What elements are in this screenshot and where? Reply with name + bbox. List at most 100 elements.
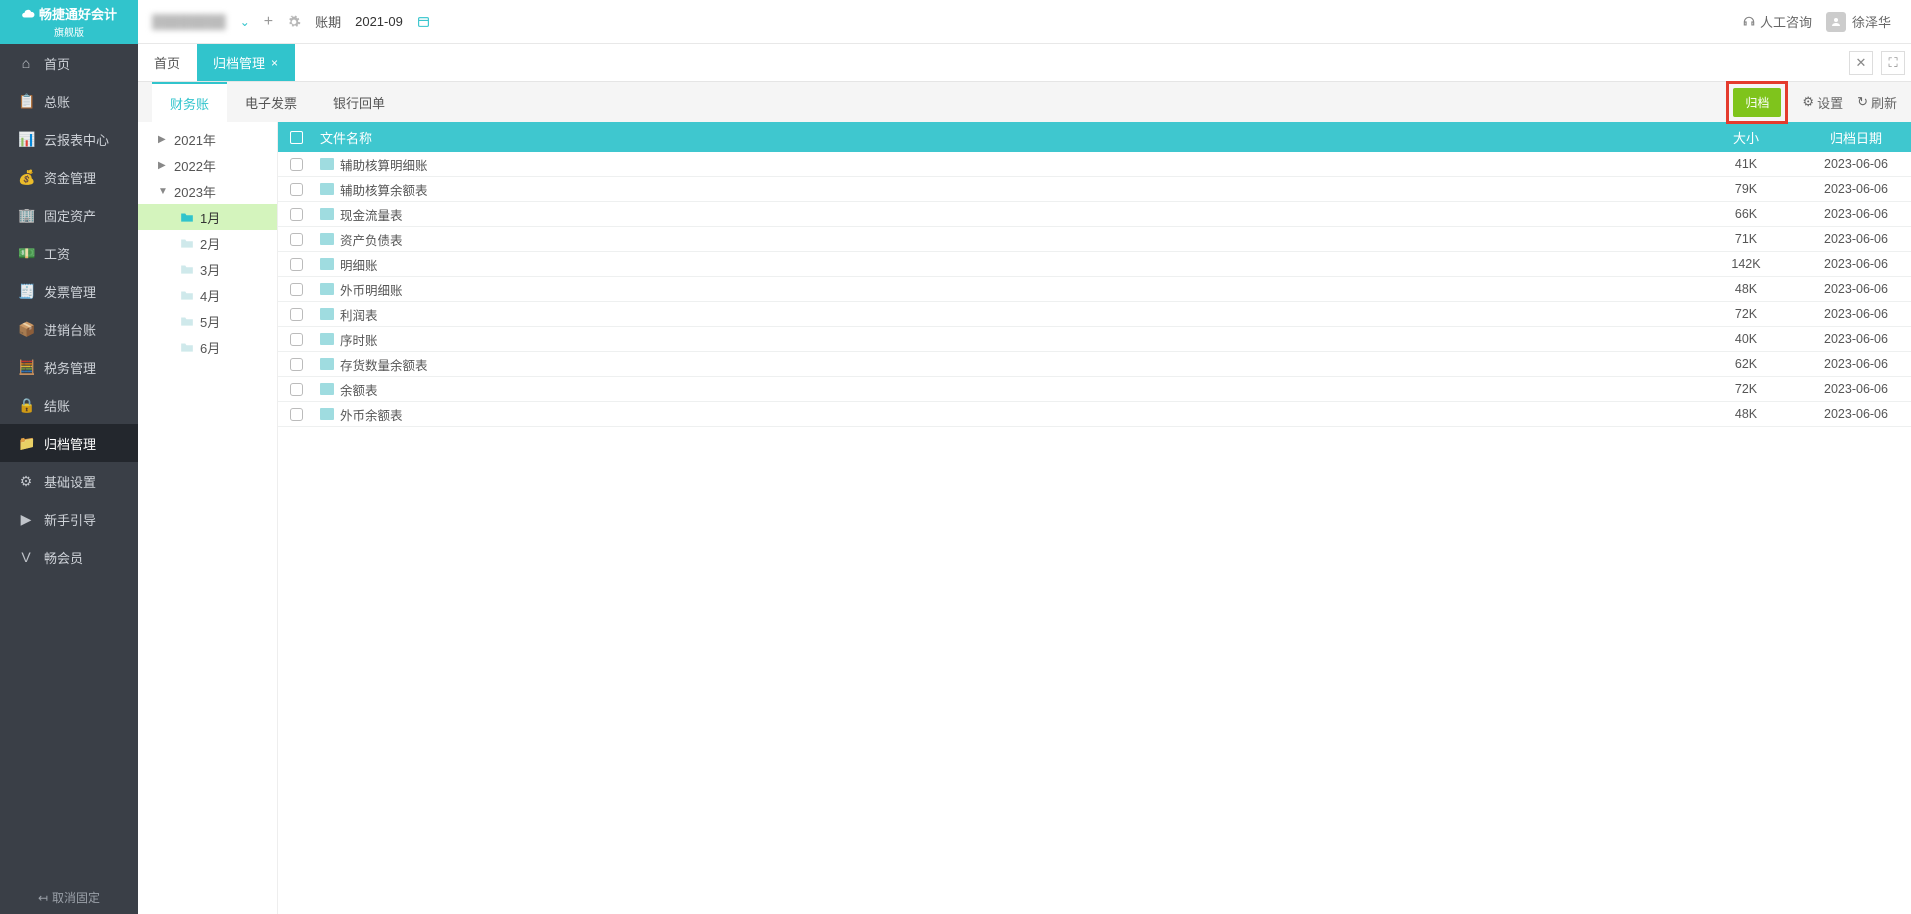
subtab-1[interactable]: 电子发票 xyxy=(227,82,315,122)
period-value: 2021-09 xyxy=(355,14,403,29)
tree-year-label: 2021年 xyxy=(174,130,216,149)
sidebar-item-11[interactable]: ⚙ 基础设置 xyxy=(0,462,138,500)
row-checkbox[interactable] xyxy=(290,183,303,196)
tree-month-4[interactable]: 5月 xyxy=(138,308,277,334)
chevron-down-icon[interactable]: ⌄ xyxy=(240,15,250,29)
table-row[interactable]: 资产负债表 71K 2023-06-06 xyxy=(278,227,1911,252)
sidebar-item-13[interactable]: V畅会员 xyxy=(0,538,138,576)
tree-month-3[interactable]: 4月 xyxy=(138,282,277,308)
subtab-0[interactable]: 财务账 xyxy=(152,82,227,122)
tab-1[interactable]: 归档管理× xyxy=(197,44,295,81)
table-row[interactable]: 辅助核算明细账 41K 2023-06-06 xyxy=(278,152,1911,177)
file-size: 62K xyxy=(1691,357,1801,371)
row-checkbox[interactable] xyxy=(290,283,303,296)
headset-icon xyxy=(1742,15,1756,29)
close-icon[interactable]: × xyxy=(271,56,278,70)
file-icon xyxy=(320,283,334,295)
row-checkbox[interactable] xyxy=(290,233,303,246)
user-menu[interactable]: 徐泽华 xyxy=(1826,12,1891,32)
sidebar-item-label: 基础设置 xyxy=(44,472,96,491)
row-checkbox[interactable] xyxy=(290,383,303,396)
table-row[interactable]: 现金流量表 66K 2023-06-06 xyxy=(278,202,1911,227)
row-checkbox[interactable] xyxy=(290,308,303,321)
col-name: 文件名称 xyxy=(314,128,1691,147)
file-size: 72K xyxy=(1691,307,1801,321)
sidebar-item-3[interactable]: 💰资金管理 xyxy=(0,158,138,196)
row-checkbox[interactable] xyxy=(290,408,303,421)
file-name: 辅助核算明细账 xyxy=(340,155,428,174)
col-size: 大小 xyxy=(1691,128,1801,147)
header-right: 人工咨询 徐泽华 xyxy=(1742,12,1911,32)
tree-month-2[interactable]: 3月 xyxy=(138,256,277,282)
table-row[interactable]: 余额表 72K 2023-06-06 xyxy=(278,377,1911,402)
sidebar-item-12[interactable]: ▶新手引导 xyxy=(0,500,138,538)
table-row[interactable]: 外币明细账 48K 2023-06-06 xyxy=(278,277,1911,302)
brand-name: 畅捷通好会计 xyxy=(39,4,117,23)
tree-month-label: 4月 xyxy=(200,286,220,305)
tree-year-0[interactable]: ▶2021年 xyxy=(138,126,277,152)
select-all-checkbox[interactable] xyxy=(290,131,303,144)
close-tab-button[interactable]: ✕ xyxy=(1849,51,1873,75)
fullscreen-button[interactable]: ⛶ xyxy=(1881,51,1905,75)
gear-icon: ⚙ xyxy=(1802,94,1814,110)
sidebar-item-0[interactable]: ⌂首页 xyxy=(0,44,138,82)
brand-edition: 旗舰版 xyxy=(54,24,84,39)
sidebar-item-label: 工资 xyxy=(44,244,70,263)
table-row[interactable]: 序时账 40K 2023-06-06 xyxy=(278,327,1911,352)
row-checkbox[interactable] xyxy=(290,258,303,271)
tree-month-5[interactable]: 6月 xyxy=(138,334,277,360)
row-checkbox[interactable] xyxy=(290,208,303,221)
tree-month-label: 5月 xyxy=(200,312,220,331)
sidebar-item-8[interactable]: 🧮税务管理 xyxy=(0,348,138,386)
sidebar-item-label: 归档管理 xyxy=(44,434,96,453)
file-name: 明细账 xyxy=(340,255,378,274)
header-center: ████████ ⌄ + 账期 2021-09 xyxy=(138,12,1742,31)
sidebar-item-label: 发票管理 xyxy=(44,282,96,301)
gear-icon[interactable] xyxy=(287,15,301,29)
table-row[interactable]: 明细账 142K 2023-06-06 xyxy=(278,252,1911,277)
settings-link[interactable]: ⚙ 设置 xyxy=(1802,93,1843,112)
consult-link[interactable]: 人工咨询 xyxy=(1742,12,1812,31)
tree-month-label: 3月 xyxy=(200,260,220,279)
file-name: 序时账 xyxy=(340,330,378,349)
sidebar-item-7[interactable]: 📦进销台账 xyxy=(0,310,138,348)
sub-body: 财务账电子发票银行回单 归档 ⚙ 设置 ↻ 刷新 ▶2021年▶2022年▼20… xyxy=(138,82,1911,914)
tree-month-0[interactable]: 1月 xyxy=(138,204,277,230)
plus-icon[interactable]: + xyxy=(264,13,273,31)
row-checkbox[interactable] xyxy=(290,158,303,171)
tree-year-2[interactable]: ▼2023年 xyxy=(138,178,277,204)
folder-icon xyxy=(180,289,194,301)
subtab-2[interactable]: 银行回单 xyxy=(315,82,403,122)
username: 徐泽华 xyxy=(1852,12,1891,31)
tree-month-1[interactable]: 2月 xyxy=(138,230,277,256)
table-row[interactable]: 外币余额表 48K 2023-06-06 xyxy=(278,402,1911,427)
file-icon xyxy=(320,408,334,420)
row-checkbox[interactable] xyxy=(290,333,303,346)
sidebar-item-10[interactable]: 📁归档管理 xyxy=(0,424,138,462)
file-name: 辅助核算余额表 xyxy=(340,180,428,199)
calendar-icon[interactable] xyxy=(417,15,430,28)
table-row[interactable]: 辅助核算余额表 79K 2023-06-06 xyxy=(278,177,1911,202)
tab-0[interactable]: 首页 xyxy=(138,44,197,81)
tab-label: 首页 xyxy=(154,53,180,72)
archive-button[interactable]: 归档 xyxy=(1733,88,1781,117)
sidebar-item-6[interactable]: 🧾发票管理 xyxy=(0,272,138,310)
sidebar-item-1[interactable]: 📋总账 xyxy=(0,82,138,120)
sidebar-icon: ⚙ xyxy=(18,473,34,490)
table-row[interactable]: 存货数量余额表 62K 2023-06-06 xyxy=(278,352,1911,377)
sidebar-item-5[interactable]: 💵工资 xyxy=(0,234,138,272)
folder-icon xyxy=(180,263,194,275)
unpin-sidebar[interactable]: ↤ 取消固定 xyxy=(0,889,138,906)
tab-tools: ✕ ⛶ xyxy=(1849,44,1905,81)
refresh-link[interactable]: ↻ 刷新 xyxy=(1857,93,1897,112)
year-tree: ▶2021年▶2022年▼2023年1月2月 3月 4月 5月 6月 xyxy=(138,122,278,914)
tree-year-1[interactable]: ▶2022年 xyxy=(138,152,277,178)
sidebar-item-9[interactable]: 🔒结账 xyxy=(0,386,138,424)
sidebar-item-4[interactable]: 🏢固定资产 xyxy=(0,196,138,234)
sidebar-item-2[interactable]: 📊云报表中心 xyxy=(0,120,138,158)
row-checkbox[interactable] xyxy=(290,358,303,371)
file-date: 2023-06-06 xyxy=(1801,182,1911,196)
company-selector[interactable]: ████████ xyxy=(152,14,226,29)
sidebar-item-label: 进销台账 xyxy=(44,320,96,339)
table-row[interactable]: 利润表 72K 2023-06-06 xyxy=(278,302,1911,327)
